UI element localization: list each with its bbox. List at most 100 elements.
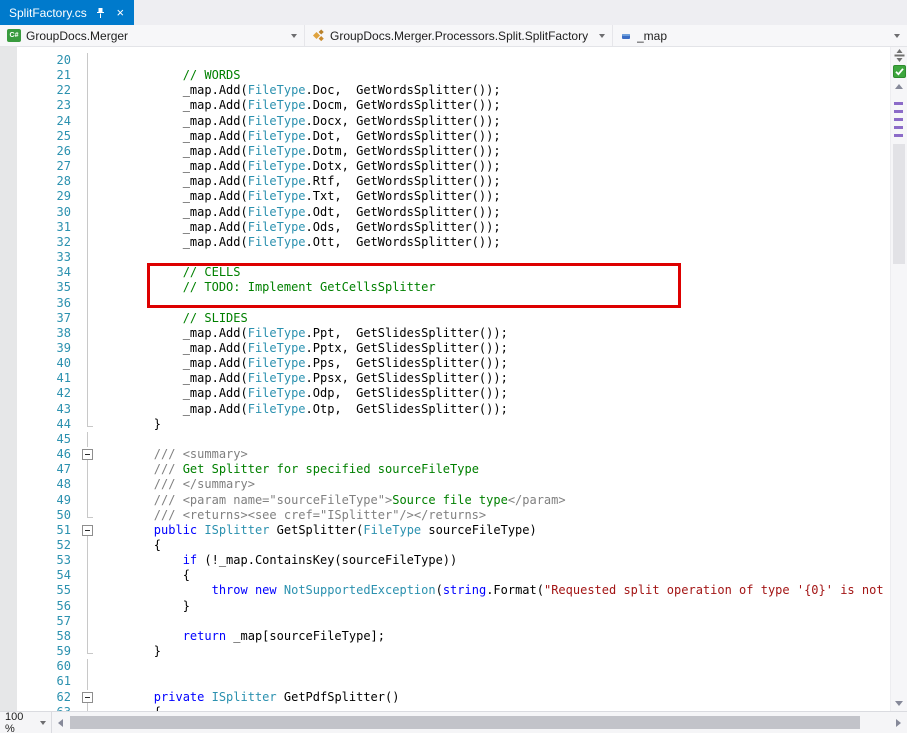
change-marker [894, 118, 903, 121]
code-text: _map.Add(FileType.Dotx, GetWordsSplitter… [96, 159, 501, 174]
code-line: 40 _map.Add(FileType.Pps, GetSlidesSplit… [17, 356, 890, 372]
fold-margin [80, 704, 96, 711]
line-number: 50 [56, 507, 71, 522]
fold-margin [80, 371, 96, 387]
code-line: 52 { [17, 538, 890, 554]
line-number: 40 [56, 356, 71, 371]
change-marker [894, 126, 903, 129]
collapse-toggle-icon[interactable] [82, 524, 93, 536]
scroll-right-button[interactable] [890, 712, 907, 733]
fold-margin[interactable] [80, 690, 96, 705]
breakpoint-margin[interactable] [0, 47, 17, 711]
code-text: _map.Add(FileType.Dot, GetWordsSplitter(… [96, 128, 501, 143]
member-dropdown-label: _map [637, 28, 668, 43]
scrollbar-thumb[interactable] [893, 144, 905, 264]
collapse-toggle-icon[interactable] [82, 449, 93, 461]
code-text: } [96, 598, 190, 613]
code-line: 30 _map.Add(FileType.Odt, GetWordsSplitt… [17, 204, 890, 220]
horizontal-scrollbar[interactable] [52, 712, 907, 733]
line-number: 24 [56, 113, 71, 128]
type-dropdown[interactable]: GroupDocs.Merger.Processors.Split.SplitF… [305, 25, 613, 46]
close-icon[interactable]: × [114, 6, 127, 20]
fold-margin [80, 189, 96, 205]
code-text: } [96, 644, 162, 659]
line-number: 62 [56, 689, 71, 704]
code-text: _map.Add(FileType.Txt, GetWordsSplitter(… [96, 189, 501, 204]
fold-margin [80, 492, 96, 508]
code-line: 25 _map.Add(FileType.Dot, GetWordsSplitt… [17, 128, 890, 145]
code-text: /// <summary> [153, 447, 248, 462]
fold-margin [80, 143, 96, 160]
fold-margin [80, 113, 96, 129]
line-number: 30 [56, 204, 71, 219]
line-number: 41 [56, 371, 71, 386]
tab-splitfactory[interactable]: SplitFactory.cs × [0, 0, 134, 25]
code-line: 60 [17, 659, 890, 675]
hscroll-track[interactable] [69, 712, 890, 733]
code-line: 24 _map.Add(FileType.Docx, GetWordsSplit… [17, 113, 890, 129]
code-line: 54 { [17, 568, 890, 584]
code-line: 21 // WORDS [17, 68, 890, 84]
fold-margin [80, 568, 96, 584]
fold-margin [80, 83, 96, 99]
fold-margin[interactable] [80, 447, 96, 463]
code-text: // WORDS [96, 68, 241, 83]
code-line: 38 _map.Add(FileType.Ppt, GetSlidesSplit… [17, 325, 890, 342]
code-text: _map.Add(FileType.Odp, GetSlidesSplitter… [96, 386, 508, 401]
line-number: 37 [56, 310, 71, 325]
code-text: /// </summary> [153, 477, 255, 492]
vertical-scrollbar[interactable] [890, 47, 907, 711]
code-line: 42 _map.Add(FileType.Odp, GetSlidesSplit… [17, 386, 890, 402]
code-line: 37 // SLIDES [17, 310, 890, 326]
code-line: 57 [17, 613, 890, 630]
collapse-toggle-icon[interactable] [82, 691, 93, 703]
code-line: 28 _map.Add(FileType.Rtf, GetWordsSplitt… [17, 174, 890, 190]
fold-margin [80, 174, 96, 190]
scroll-up-button[interactable] [891, 79, 907, 94]
fold-margin[interactable] [80, 523, 96, 539]
project-dropdown[interactable]: C# GroupDocs.Merger [0, 25, 305, 46]
fold-margin [80, 325, 96, 342]
line-number: 47 [56, 462, 71, 477]
line-number: 58 [56, 628, 71, 643]
code-line: 33 [17, 250, 890, 266]
code-line: 61 [17, 674, 890, 690]
code-line: 41 _map.Add(FileType.Ppsx, GetSlidesSpli… [17, 371, 890, 387]
code-text: throw new NotSupportedException(string.F… [211, 583, 890, 598]
code-line: 34 // CELLS [17, 265, 890, 281]
health-check-indicator[interactable] [891, 63, 907, 79]
line-number: 28 [56, 174, 71, 189]
editor-pane[interactable]: 20 21 // WORDS 22 _map.Add(FileType.Doc, G… [0, 47, 907, 711]
line-number: 57 [56, 613, 71, 628]
editor-window: SplitFactory.cs × C# GroupDocs.Merger Gr… [0, 0, 907, 733]
code-line: 55 throw new NotSupportedException(strin… [17, 583, 890, 599]
member-dropdown[interactable]: _map [613, 25, 907, 46]
zoom-control[interactable]: 100 % [0, 711, 52, 733]
fold-margin [80, 659, 96, 675]
code-text: _map.Add(FileType.Doc, GetWordsSplitter(… [96, 83, 501, 98]
chevron-down-icon [599, 33, 605, 38]
fold-margin [80, 538, 96, 554]
code-text: { [96, 538, 162, 552]
pin-icon[interactable] [94, 6, 107, 20]
scroll-down-button[interactable] [891, 696, 907, 711]
line-number: 32 [56, 234, 71, 249]
line-number: 39 [56, 340, 71, 355]
scrollbar-track[interactable] [891, 94, 907, 696]
line-number: 51 [56, 522, 71, 537]
split-editor-handle[interactable] [891, 47, 907, 63]
hscroll-thumb[interactable] [70, 716, 860, 729]
fold-margin [80, 416, 96, 432]
code-text: _map.Add(FileType.Ott, GetWordsSplitter(… [96, 234, 501, 249]
fold-margin [80, 356, 96, 372]
fold-margin [80, 219, 96, 236]
fold-margin [80, 128, 96, 145]
line-number: 45 [56, 431, 71, 446]
scroll-left-button[interactable] [52, 712, 69, 733]
line-number: 35 [56, 280, 71, 295]
fold-margin [80, 507, 96, 523]
line-number: 21 [56, 68, 71, 83]
bottom-bar: 100 % [0, 711, 907, 733]
tab-bar: SplitFactory.cs × [0, 0, 907, 25]
